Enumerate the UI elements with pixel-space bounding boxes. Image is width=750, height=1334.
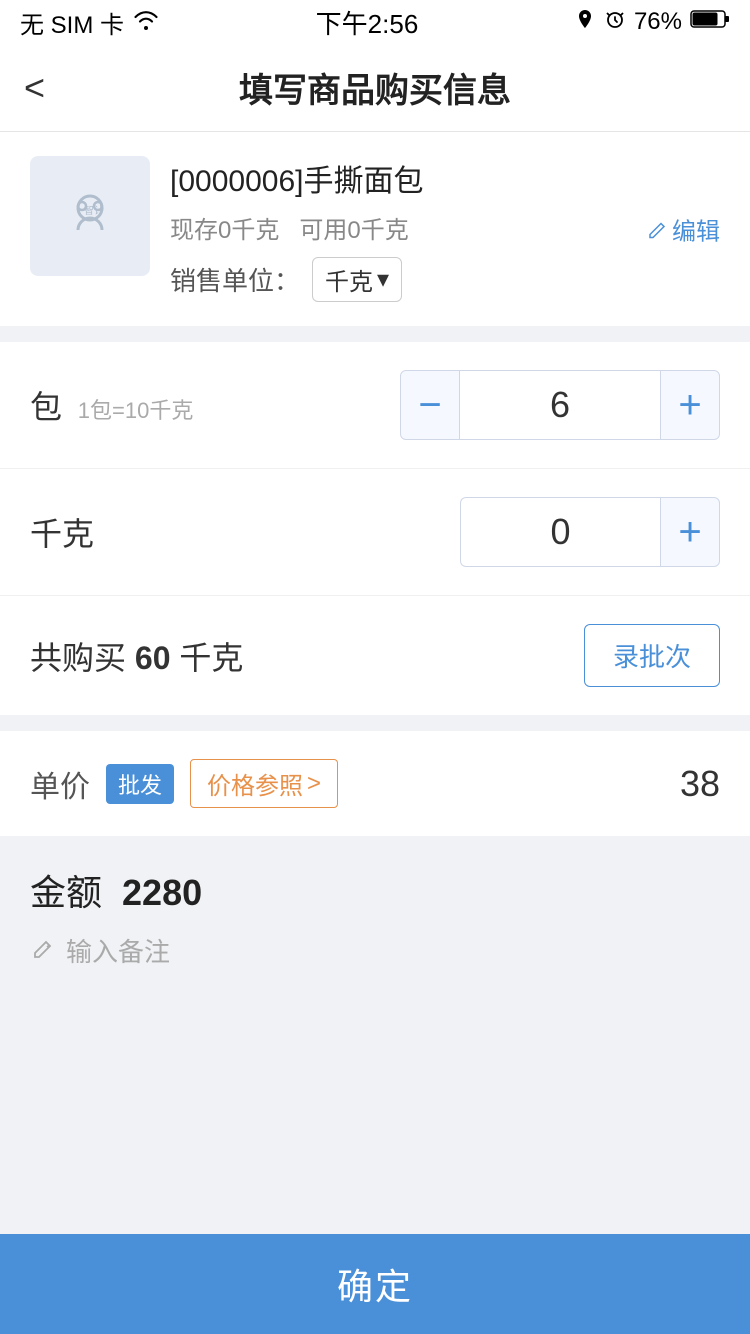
- product-stock: 现存0千克 可用0千克: [170, 210, 720, 245]
- status-bar: 无 SIM 卡 下午2:56 76%: [0, 0, 750, 44]
- content-spacer: [0, 989, 750, 1189]
- status-time: 下午2:56: [316, 4, 419, 41]
- price-value: 38: [680, 763, 720, 805]
- unit-select[interactable]: 千克 ▾: [312, 257, 402, 302]
- amount-section: 金额 2280 输入备注: [0, 836, 750, 989]
- kg-quantity-row: 千克 +: [0, 469, 750, 596]
- bao-quantity-row: 包 1包=10千克 − +: [0, 342, 750, 469]
- chevron-right-icon: >: [307, 770, 321, 798]
- bao-controls: − +: [400, 370, 720, 440]
- carrier-label: 无 SIM 卡: [20, 5, 124, 40]
- bao-quantity-input[interactable]: [460, 370, 660, 440]
- product-info: [0000006]手撕面包 现存0千克 可用0千克 销售单位： 千克 ▾: [170, 156, 720, 302]
- nav-bar: < 填写商品购买信息: [0, 44, 750, 132]
- battery-icon: [690, 8, 730, 36]
- batch-button[interactable]: 录批次: [584, 624, 720, 687]
- total-text: 共购买 60 千克: [30, 633, 243, 679]
- bao-plus-button[interactable]: +: [660, 370, 720, 440]
- pencil-icon: [30, 934, 56, 967]
- price-type-tag: 批发: [106, 764, 174, 804]
- location-icon: [574, 8, 596, 37]
- back-button[interactable]: <: [24, 67, 45, 109]
- status-right: 76%: [574, 8, 730, 37]
- remark-row[interactable]: 输入备注: [30, 932, 720, 969]
- price-section: 单价 批发 价格参照 > 38: [0, 731, 750, 836]
- price-row: 单价 批发 价格参照 > 38: [30, 759, 720, 808]
- kg-plus-button[interactable]: +: [660, 497, 720, 567]
- kg-label: 千克: [30, 509, 460, 555]
- chevron-down-icon: ▾: [377, 265, 389, 294]
- product-name: [0000006]手撕面包: [170, 156, 720, 200]
- kg-quantity-input[interactable]: [460, 497, 660, 567]
- bao-minus-button[interactable]: −: [400, 370, 460, 440]
- kg-controls: +: [460, 497, 720, 567]
- price-label: 单价: [30, 762, 90, 806]
- page-title: 填写商品购买信息: [239, 63, 511, 112]
- bao-label: 包 1包=10千克: [30, 382, 400, 428]
- quantity-section: 包 1包=10千克 − + 千克 + 共购买 60 千克 录批次: [0, 342, 750, 715]
- edit-button[interactable]: 编辑: [646, 212, 720, 247]
- product-image: 智计: [30, 156, 150, 276]
- confirm-button[interactable]: 确定: [0, 1234, 750, 1334]
- battery-label: 76%: [634, 8, 682, 36]
- product-unit-row: 销售单位： 千克 ▾: [170, 257, 720, 302]
- status-left: 无 SIM 卡: [20, 5, 160, 40]
- remark-label: 输入备注: [66, 932, 170, 969]
- alarm-icon: [604, 8, 626, 37]
- total-row: 共购买 60 千克 录批次: [0, 596, 750, 715]
- svg-text:智计: 智计: [84, 204, 104, 217]
- product-card: 智计 [0000006]手撕面包 现存0千克 可用0千克 销售单位： 千克 ▾ …: [0, 132, 750, 326]
- wifi-icon: [132, 8, 160, 37]
- price-ref-button[interactable]: 价格参照 >: [190, 759, 338, 808]
- amount-row: 金额 2280: [30, 864, 720, 916]
